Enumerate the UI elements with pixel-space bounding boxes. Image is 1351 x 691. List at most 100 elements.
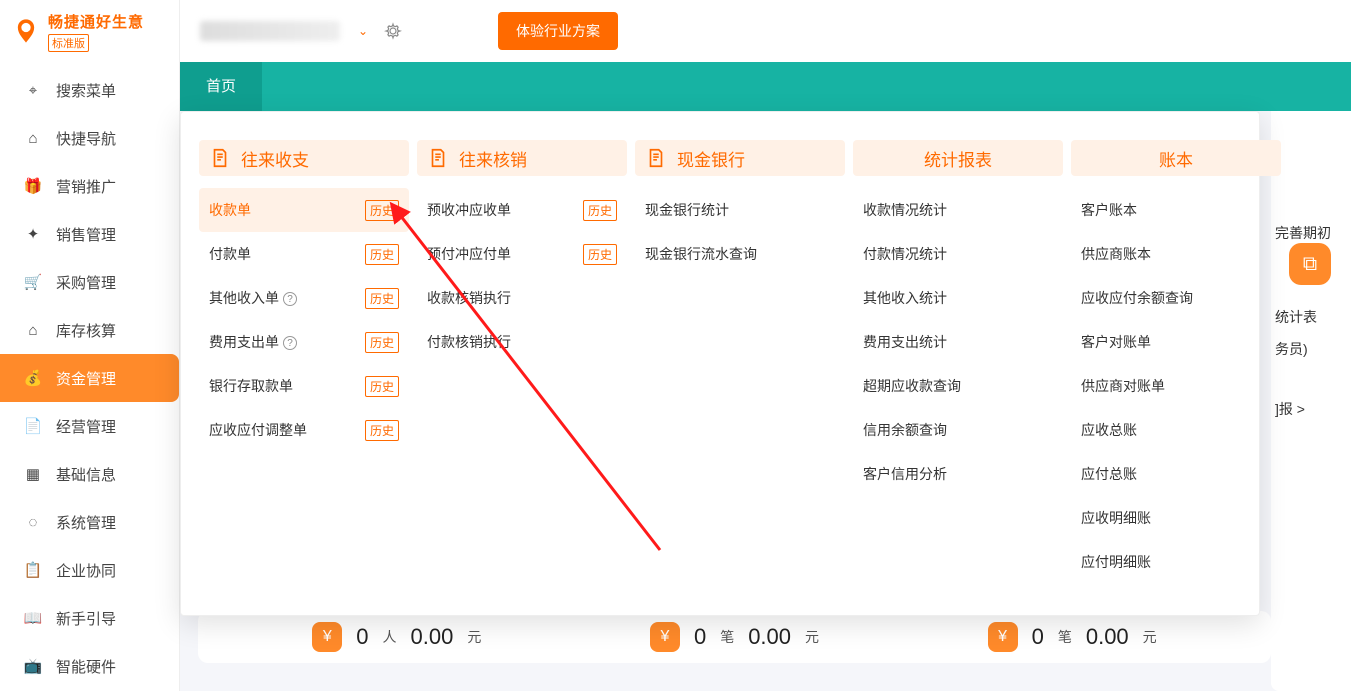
sidebar-item-3[interactable]: ✦销售管理 xyxy=(0,210,179,258)
mega-column-2: 现金银行现金银行统计现金银行流水查询 xyxy=(635,140,845,587)
sidebar-item-label: 企业协同 xyxy=(56,560,116,581)
mega-item[interactable]: 信用余额查询 xyxy=(853,408,1063,452)
mega-item-label: 应付总账 xyxy=(1081,464,1137,484)
sidebar-item-label: 销售管理 xyxy=(56,224,116,245)
mega-item-label: 现金银行统计 xyxy=(645,200,729,220)
mega-item[interactable]: 预付冲应付单历史 xyxy=(417,232,627,276)
mega-item[interactable]: 其他收入单? 历史 xyxy=(199,276,409,320)
gear-icon[interactable] xyxy=(384,22,402,40)
stat-icon: ¥ xyxy=(650,622,680,652)
mega-item[interactable]: 客户账本 xyxy=(1071,188,1281,232)
stat-value: 0.00 xyxy=(1086,624,1129,650)
stat-icon: ¥ xyxy=(312,622,342,652)
tab-home[interactable]: 首页 xyxy=(180,62,262,111)
history-badge[interactable]: 历史 xyxy=(365,420,399,441)
help-icon[interactable]: ? xyxy=(283,336,297,350)
stat-value-unit: 元 xyxy=(467,627,481,647)
mega-item[interactable]: 应收应付调整单历史 xyxy=(199,408,409,452)
mega-column-title: 统计报表 xyxy=(924,146,992,171)
mega-column-4: 账本客户账本供应商账本应收应付余额查询客户对账单供应商对账单应收总账应付总账应收… xyxy=(1071,140,1281,587)
report-icon[interactable]: ⧉ xyxy=(1289,243,1331,285)
sidebar-item-9[interactable]: ◌系统管理 xyxy=(0,498,179,546)
history-badge[interactable]: 历史 xyxy=(583,244,617,265)
mega-item[interactable]: 现金银行流水查询 xyxy=(635,232,845,276)
history-badge[interactable]: 历史 xyxy=(365,200,399,221)
mega-column-header: 往来核销 xyxy=(417,140,627,176)
mega-menu: 往来收支收款单历史付款单历史其他收入单?历史费用支出单?历史银行存取款单历史应收… xyxy=(180,111,1260,616)
org-select[interactable]: ⌄ xyxy=(200,21,480,41)
sidebar-item-label: 快捷导航 xyxy=(56,128,116,149)
sidebar: 畅捷通好生意 标准版 ⌖搜索菜单⌂快捷导航🎁营销推广✦销售管理🛒采购管理⌂库存核… xyxy=(0,0,180,691)
stat-icon: ¥ xyxy=(988,622,1018,652)
mega-item[interactable]: 付款核销执行 xyxy=(417,320,627,364)
history-badge[interactable]: 历史 xyxy=(365,332,399,353)
mega-item[interactable]: 银行存取款单 历史 xyxy=(199,364,409,408)
history-badge[interactable]: 历史 xyxy=(583,200,617,221)
mega-item-label: 费用支出统计 xyxy=(863,332,947,352)
sidebar-item-5[interactable]: ⌂库存核算 xyxy=(0,306,179,354)
sidebar-item-icon: 📋 xyxy=(24,561,42,579)
brand-mark-icon xyxy=(12,17,40,45)
mega-item[interactable]: 应付总账 xyxy=(1071,452,1281,496)
sidebar-item-icon: ⌖ xyxy=(24,81,42,99)
mega-item[interactable]: 现金银行统计 xyxy=(635,188,845,232)
mega-item-label: 其他收入单? xyxy=(209,288,297,308)
sidebar-item-1[interactable]: ⌂快捷导航 xyxy=(0,114,179,162)
mega-item-label: 其他收入统计 xyxy=(863,288,947,308)
doc-icon xyxy=(427,147,449,169)
history-badge[interactable]: 历史 xyxy=(365,244,399,265)
doc-icon xyxy=(645,147,667,169)
mega-item-label: 银行存取款单 xyxy=(209,376,293,396)
mega-item[interactable]: 费用支出单?历史 xyxy=(199,320,409,364)
mega-item[interactable]: 超期应收款查询 xyxy=(853,364,1063,408)
sidebar-item-10[interactable]: 📋 企业协同 xyxy=(0,546,179,594)
stat-2: ¥0笔0.00元 xyxy=(988,622,1157,652)
mega-item-label: 客户对账单 xyxy=(1081,332,1151,352)
sidebar-item-label: 新手引导 xyxy=(56,608,116,629)
sidebar-item-8[interactable]: ▦基础信息 xyxy=(0,450,179,498)
stat-count: 0 xyxy=(356,624,368,650)
mega-item[interactable]: 供应商账本 xyxy=(1071,232,1281,276)
mega-item[interactable]: 应付明细账 xyxy=(1071,540,1281,584)
right-hint-panel: 完善期初 ⧉ 统计表 务员) ]报 > xyxy=(1271,111,1351,691)
experience-button[interactable]: 体验行业方案 xyxy=(498,12,618,50)
history-badge[interactable]: 历史 xyxy=(365,288,399,309)
mega-item[interactable]: 收款情况统计 xyxy=(853,188,1063,232)
mega-item[interactable]: 应收总账 xyxy=(1071,408,1281,452)
mega-item[interactable]: 付款单历史 xyxy=(199,232,409,276)
sidebar-item-7[interactable]: 📄经营管理 xyxy=(0,402,179,450)
mega-item[interactable]: 客户对账单 xyxy=(1071,320,1281,364)
sidebar-item-11[interactable]: 📖新手引导 xyxy=(0,594,179,642)
mega-item[interactable]: 预收冲应收单历史 xyxy=(417,188,627,232)
mega-item[interactable]: 应收明细账 xyxy=(1071,496,1281,540)
chevron-down-icon: ⌄ xyxy=(358,24,368,38)
sidebar-item-12[interactable]: 📺智能硬件 xyxy=(0,642,179,690)
help-icon[interactable]: ? xyxy=(283,292,297,306)
mega-item[interactable]: 收款单历史 xyxy=(199,188,409,232)
stat-count-unit: 人 xyxy=(383,627,397,647)
mega-item-label: 应收应付余额查询 xyxy=(1081,288,1193,308)
mega-item[interactable]: 其他收入统计 xyxy=(853,276,1063,320)
sidebar-item-2[interactable]: 🎁营销推广 xyxy=(0,162,179,210)
mega-item[interactable]: 客户信用分析 xyxy=(853,452,1063,496)
brand-edition: 标准版 xyxy=(48,34,89,52)
stat-value: 0.00 xyxy=(411,624,454,650)
mega-item[interactable]: 付款情况统计 xyxy=(853,232,1063,276)
mega-item-label: 付款情况统计 xyxy=(863,244,947,264)
sidebar-item-label: 资金管理 xyxy=(56,368,116,389)
mega-item-label: 供应商账本 xyxy=(1081,244,1151,264)
mega-item[interactable]: 应收应付余额查询 xyxy=(1071,276,1281,320)
mega-item-label: 应收总账 xyxy=(1081,420,1137,440)
mega-item-label: 收款核销执行 xyxy=(427,288,511,308)
mega-item[interactable]: 供应商对账单 xyxy=(1071,364,1281,408)
history-badge[interactable]: 历史 xyxy=(365,376,399,397)
stat-count: 0 xyxy=(1032,624,1044,650)
sidebar-item-4[interactable]: 🛒采购管理 xyxy=(0,258,179,306)
sidebar-item-icon: 🎁 xyxy=(24,177,42,195)
mega-item[interactable]: 费用支出统计 xyxy=(853,320,1063,364)
sidebar-item-6[interactable]: 💰资金管理 xyxy=(0,354,179,402)
mega-item[interactable]: 收款核销执行 xyxy=(417,276,627,320)
sidebar-item-0[interactable]: ⌖搜索菜单 xyxy=(0,66,179,114)
brand-logo: 畅捷通好生意 标准版 xyxy=(0,0,179,62)
mega-column-header: 统计报表 xyxy=(853,140,1063,176)
